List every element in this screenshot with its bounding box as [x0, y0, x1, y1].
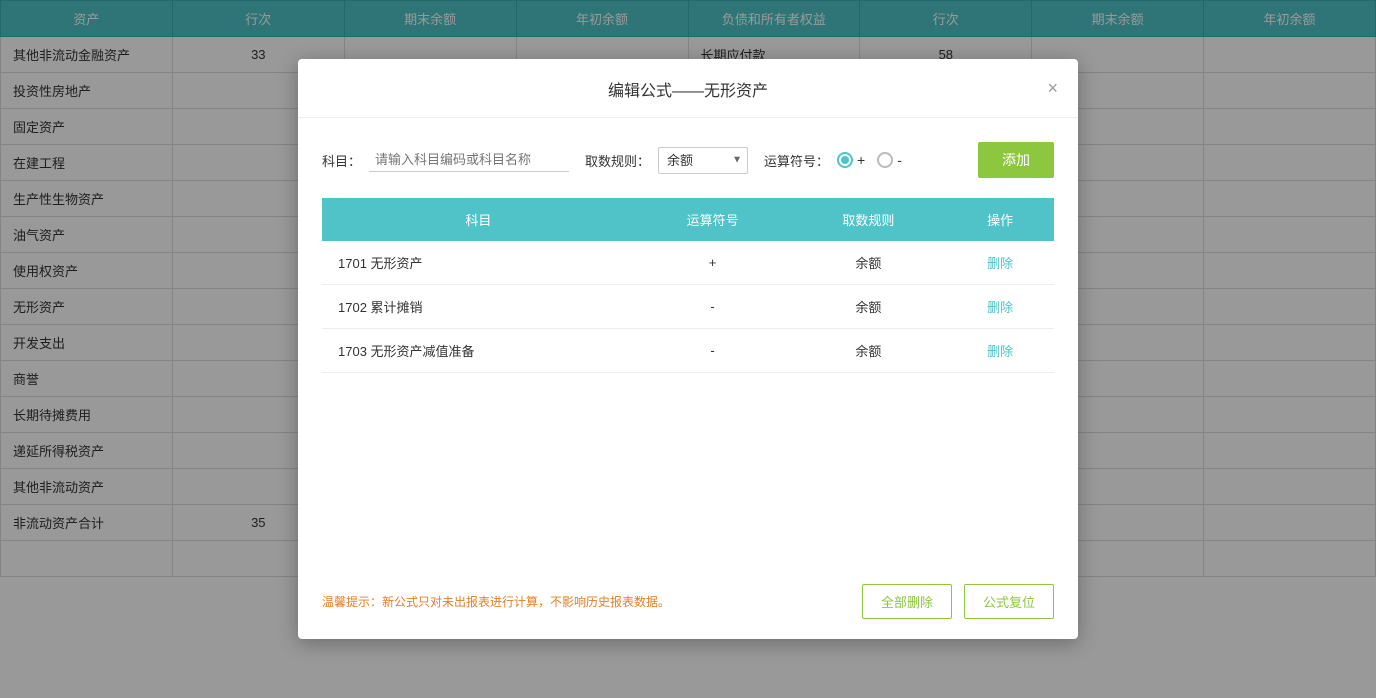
- rule-select-wrapper: 余额 借方 贷方 ▼: [658, 147, 748, 174]
- operator-plus-radio[interactable]: +: [837, 152, 865, 168]
- rule-select[interactable]: 余额 借方 贷方: [658, 147, 748, 174]
- operator-radio-group: + -: [837, 152, 902, 168]
- modal-footer: 温馨提示：新公式只对未出报表进行计算，不影响历史报表数据。 全部删除 公式复位: [298, 568, 1078, 639]
- footer-actions: 全部删除 公式复位: [862, 584, 1054, 619]
- row2-subject: 1702 累计摊销: [322, 285, 635, 329]
- subject-input[interactable]: [369, 148, 569, 172]
- modal-close-button[interactable]: ×: [1043, 75, 1062, 101]
- operator-group: 运算符号： + -: [764, 151, 902, 170]
- table-row: 1701 无形资产 + 余额 删除: [322, 241, 1054, 285]
- table-row: 1702 累计摊销 - 余额 删除: [322, 285, 1054, 329]
- delete-all-button[interactable]: 全部删除: [862, 584, 952, 619]
- add-button[interactable]: 添加: [978, 142, 1054, 178]
- table-header-operator: 运算符号: [635, 198, 791, 241]
- modal-body: 科目： 取数规则： 余额 借方 贷方 ▼: [298, 118, 1078, 568]
- row1-action: 删除: [946, 241, 1054, 285]
- form-row: 科目： 取数规则： 余额 借方 贷方 ▼: [322, 142, 1054, 178]
- rule-label: 取数规则：: [585, 151, 650, 170]
- operator-minus-label: -: [897, 152, 902, 168]
- row3-action: 删除: [946, 329, 1054, 373]
- modal-title: 编辑公式——无形资产: [608, 77, 768, 101]
- radio-checked-icon: [837, 152, 853, 168]
- subject-group: 科目：: [322, 148, 569, 172]
- rule-group: 取数规则： 余额 借方 贷方 ▼: [585, 147, 748, 174]
- delete-button-2[interactable]: 删除: [987, 297, 1013, 316]
- row2-action: 删除: [946, 285, 1054, 329]
- row3-subject: 1703 无形资产减值准备: [322, 329, 635, 373]
- modal-dialog: 编辑公式——无形资产 × 科目： 取数规则： 余额: [298, 59, 1078, 639]
- row3-operator: -: [635, 329, 791, 373]
- row1-rule: 余额: [791, 241, 947, 285]
- page-container: 资产 行次 期末余额 年初余额 负债和所有者权益 行次 期末余额 年初余额 其他…: [0, 0, 1376, 698]
- row2-rule: 余额: [791, 285, 947, 329]
- row1-operator: +: [635, 241, 791, 285]
- reset-formula-button[interactable]: 公式复位: [964, 584, 1054, 619]
- delete-button-3[interactable]: 删除: [987, 341, 1013, 360]
- modal-overlay: 编辑公式——无形资产 × 科目： 取数规则： 余额: [0, 0, 1376, 698]
- row2-operator: -: [635, 285, 791, 329]
- row3-rule: 余额: [791, 329, 947, 373]
- table-header-rule: 取数规则: [791, 198, 947, 241]
- row1-subject: 1701 无形资产: [322, 241, 635, 285]
- formula-table: 科目 运算符号 取数规则 操作 1701 无形资产 + 余额 删除: [322, 198, 1054, 373]
- modal-header: 编辑公式——无形资产 ×: [298, 59, 1078, 118]
- operator-minus-radio[interactable]: -: [877, 152, 902, 168]
- operator-plus-label: +: [857, 152, 865, 168]
- table-row: 1703 无形资产减值准备 - 余额 删除: [322, 329, 1054, 373]
- delete-button-1[interactable]: 删除: [987, 253, 1013, 272]
- table-header-action: 操作: [946, 198, 1054, 241]
- footer-tip: 温馨提示：新公式只对未出报表进行计算，不影响历史报表数据。: [322, 593, 670, 610]
- radio-unchecked-icon: [877, 152, 893, 168]
- subject-label: 科目：: [322, 151, 361, 170]
- table-header-subject: 科目: [322, 198, 635, 241]
- operator-label: 运算符号：: [764, 151, 829, 170]
